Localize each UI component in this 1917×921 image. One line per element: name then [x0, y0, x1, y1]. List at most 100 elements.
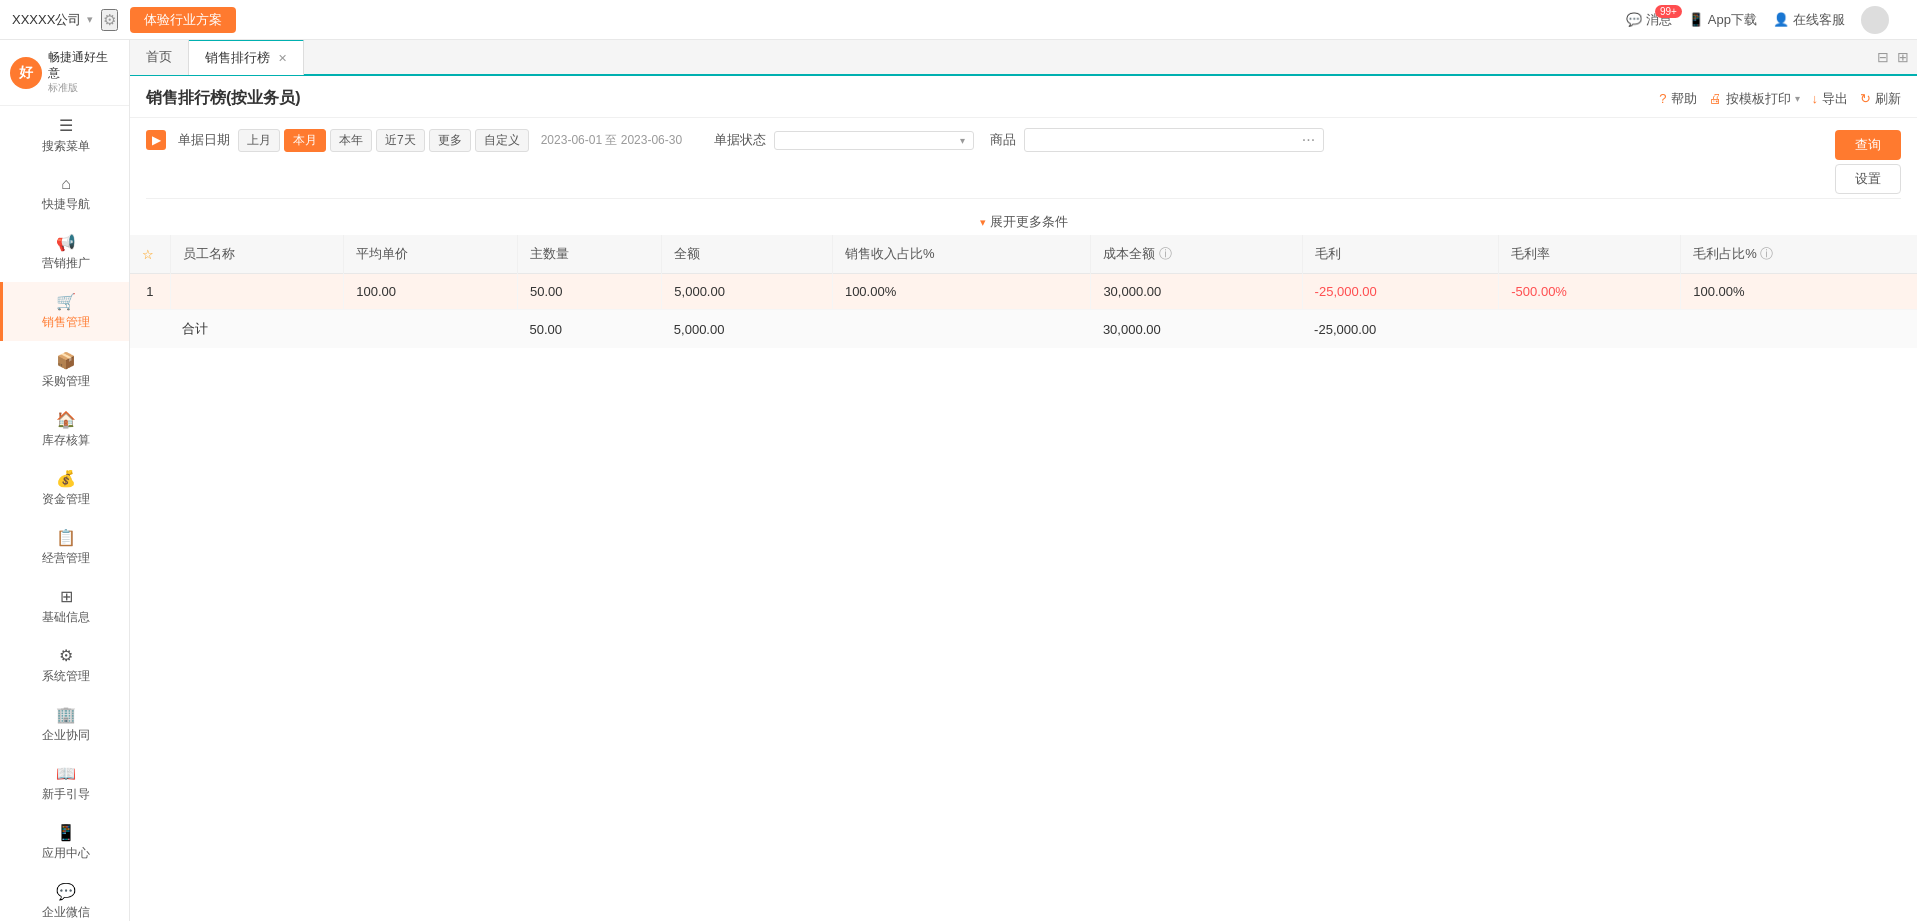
expand-more-row: ▾ 展开更多条件 [146, 198, 1901, 235]
footer-label: 合计 [170, 310, 344, 349]
basic-icon: ⊞ [60, 587, 73, 606]
expand-more-btn[interactable]: ▾ 展开更多条件 [980, 213, 1068, 231]
date-pills: 上月 本月 本年 近7天 更多 自定义 [238, 129, 529, 152]
goods-ellipsis-icon[interactable]: ··· [1302, 132, 1315, 148]
th-profit: 毛利 [1302, 235, 1499, 274]
online-service-button[interactable]: 👤 在线客服 [1773, 11, 1845, 29]
export-icon: ↓ [1812, 91, 1819, 106]
sidebar-item-marketing[interactable]: 📢 营销推广 [0, 223, 129, 282]
table-header-row: ☆ 员工名称 平均单价 主数量 全额 销售收入占比% 成本全额 ⓘ 毛利 毛利率… [130, 235, 1917, 274]
app-download-button[interactable]: 📱 App下载 [1688, 11, 1757, 29]
help-button[interactable]: ? 帮助 [1659, 90, 1696, 108]
tab-close-icon[interactable]: ✕ [278, 52, 287, 65]
headset-icon: 👤 [1773, 12, 1789, 27]
tab-expand-icon[interactable]: ⊞ [1897, 49, 1909, 65]
date-pill-this-year[interactable]: 本年 [330, 129, 372, 152]
th-name: 员工名称 [170, 235, 344, 274]
sidebar-item-purchase[interactable]: 📦 采购管理 [0, 341, 129, 400]
footer-empty4 [1499, 310, 1681, 349]
print-chevron-icon: ▾ [1795, 93, 1800, 104]
date-pill-last-month[interactable]: 上月 [238, 129, 280, 152]
goods-filter[interactable]: ··· [1024, 128, 1324, 152]
query-button[interactable]: 查询 [1835, 130, 1901, 160]
sidebar-item-app-center[interactable]: 📱 应用中心 [0, 813, 129, 872]
cell-cost-amount: 30,000.00 [1091, 274, 1302, 310]
sidebar-logo: 好 畅捷通好生意 标准版 [0, 40, 129, 106]
avatar[interactable] [1861, 6, 1889, 34]
th-avg-price: 平均单价 [344, 235, 518, 274]
sidebar-item-label: 销售管理 [42, 314, 90, 331]
logo-text: 畅捷通好生意 [48, 50, 119, 81]
sidebar-item-label: 企业协同 [42, 727, 90, 744]
export-button[interactable]: ↓ 导出 [1812, 90, 1849, 108]
try-industry-button[interactable]: 体验行业方案 [130, 7, 236, 33]
date-pill-this-month[interactable]: 本月 [284, 129, 326, 152]
status-select[interactable]: ▾ [774, 131, 974, 150]
sidebar-item-inventory[interactable]: 🏠 库存核算 [0, 400, 129, 459]
sidebar-item-label: 应用中心 [42, 845, 90, 862]
sidebar-item-guide[interactable]: 📖 新手引导 [0, 754, 129, 813]
th-cost-amount: 成本全额 ⓘ [1091, 235, 1302, 274]
footer-cost-amount: 30,000.00 [1091, 310, 1302, 349]
cell-name [170, 274, 344, 310]
online-service-label: 在线客服 [1793, 11, 1845, 29]
settings-icon-btn[interactable]: ⚙ [101, 9, 118, 31]
sidebar: 好 畅捷通好生意 标准版 ☰ 搜索菜单 ⌂ 快捷导航 📢 营销推广 🛒 销售管理… [0, 40, 130, 921]
logo-sub: 标准版 [48, 81, 119, 95]
print-button[interactable]: 🖨 按模板打印 ▾ [1709, 90, 1800, 108]
sidebar-item-system[interactable]: ⚙ 系统管理 [0, 636, 129, 695]
th-sales-pct: 销售收入占比% [832, 235, 1090, 274]
date-pill-custom[interactable]: 自定义 [475, 129, 529, 152]
filter-toggle-btn[interactable]: ▶ [146, 130, 166, 150]
footer-main-qty: 50.00 [517, 310, 661, 349]
sidebar-item-finance[interactable]: 💰 资金管理 [0, 459, 129, 518]
finance-icon: 💰 [56, 469, 76, 488]
sidebar-item-label: 营销推广 [42, 255, 90, 272]
expand-more-label: 展开更多条件 [990, 213, 1068, 231]
sidebar-item-label: 基础信息 [42, 609, 90, 626]
table-settings-button[interactable]: 设置 [1835, 164, 1901, 194]
table-body: 1 100.00 50.00 5,000.00 100.00% 30,000.0… [130, 274, 1917, 310]
wechat-icon: 💬 [56, 882, 76, 901]
message-button[interactable]: 💬 消息 99+ [1626, 11, 1672, 29]
footer-empty5 [1681, 310, 1917, 349]
cost-info-icon[interactable]: ⓘ [1159, 246, 1172, 261]
cell-avg-price: 100.00 [344, 274, 518, 310]
refresh-label: 刷新 [1875, 90, 1901, 108]
tab-minimize-icon[interactable]: ⊟ [1877, 49, 1889, 65]
logo-text-block: 畅捷通好生意 标准版 [48, 50, 119, 95]
sidebar-item-quick-nav[interactable]: ⌂ 快捷导航 [0, 165, 129, 223]
sales-icon: 🛒 [56, 292, 76, 311]
sidebar-item-basic[interactable]: ⊞ 基础信息 [0, 577, 129, 636]
top-header: XXXXX公司 ▾ ⚙ 体验行业方案 💬 消息 99+ 📱 App下载 👤 在线… [0, 0, 1917, 40]
sidebar-item-sales[interactable]: 🛒 销售管理 [0, 282, 129, 341]
date-pill-more[interactable]: 更多 [429, 129, 471, 152]
refresh-button[interactable]: ↻ 刷新 [1860, 90, 1901, 108]
help-icon: ? [1659, 91, 1666, 106]
sidebar-item-enterprise[interactable]: 🏢 企业协同 [0, 695, 129, 754]
cell-amount: 5,000.00 [662, 274, 833, 310]
search-menu-icon: ☰ [59, 116, 73, 135]
table-row: 1 100.00 50.00 5,000.00 100.00% 30,000.0… [130, 274, 1917, 310]
tab-sales-rank[interactable]: 销售排行榜 ✕ [189, 40, 304, 75]
main-layout: 好 畅捷通好生意 标准版 ☰ 搜索菜单 ⌂ 快捷导航 📢 营销推广 🛒 销售管理… [0, 40, 1917, 921]
marketing-icon: 📢 [56, 233, 76, 252]
sidebar-item-search[interactable]: ☰ 搜索菜单 [0, 106, 129, 165]
date-range: 2023-06-01 至 2023-06-30 [541, 132, 682, 149]
sidebar-item-wechat[interactable]: 💬 企业微信 [0, 872, 129, 921]
tab-home[interactable]: 首页 [130, 40, 189, 75]
profit-pct-info-icon[interactable]: ⓘ [1760, 246, 1773, 261]
company-chevron-icon: ▾ [87, 13, 93, 26]
sidebar-item-business[interactable]: 📋 经营管理 [0, 518, 129, 577]
date-pill-7days[interactable]: 近7天 [376, 129, 425, 152]
company-selector[interactable]: XXXXX公司 ▾ [12, 11, 93, 29]
sidebar-item-label: 经营管理 [42, 550, 90, 567]
page-actions: ? 帮助 🖨 按模板打印 ▾ ↓ 导出 ↻ 刷新 [1659, 90, 1901, 108]
cell-profit-rate: -500.00% [1499, 274, 1681, 310]
footer-empty1 [130, 310, 170, 349]
footer-amount: 5,000.00 [662, 310, 833, 349]
sidebar-item-label: 库存核算 [42, 432, 90, 449]
footer-profit: -25,000.00 [1302, 310, 1499, 349]
page-title: 销售排行榜(按业务员) [146, 88, 301, 109]
refresh-icon: ↻ [1860, 91, 1871, 106]
